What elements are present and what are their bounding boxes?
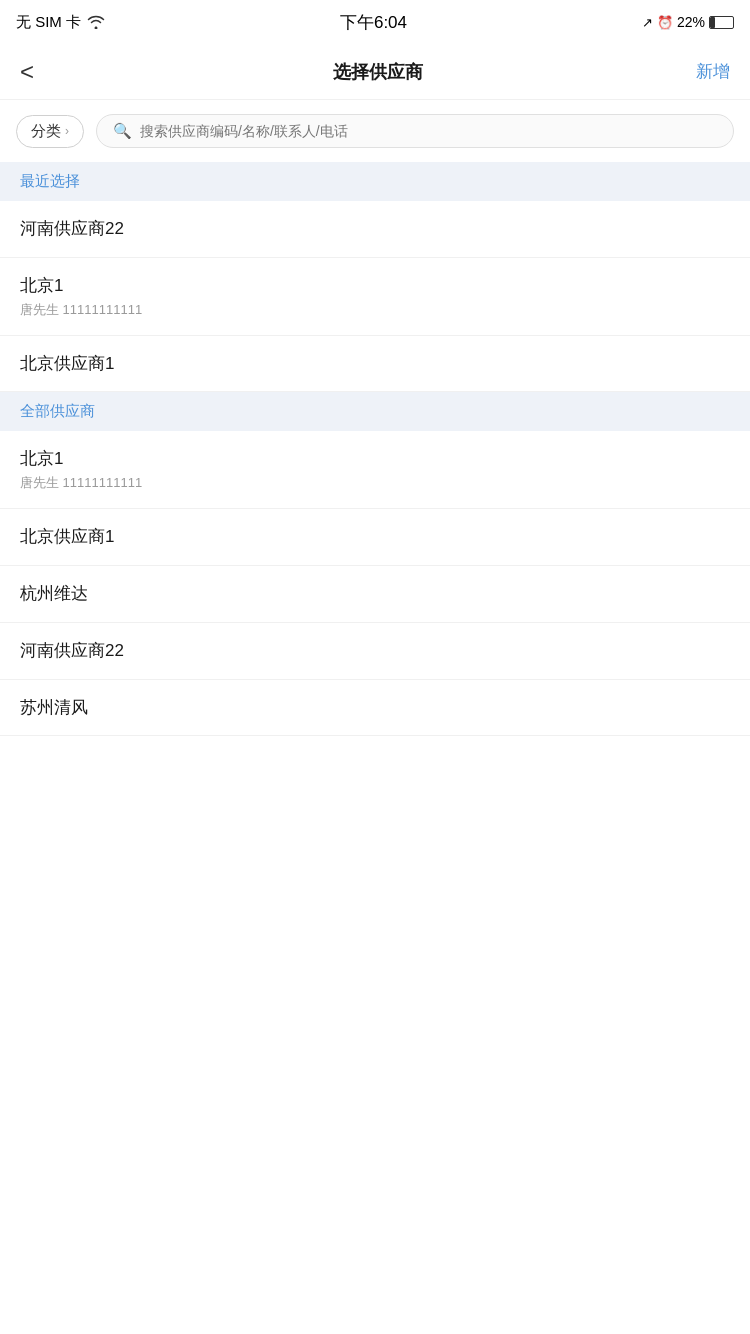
category-label: 分类 bbox=[31, 122, 61, 141]
item-sub: 唐先生 11111111111 bbox=[20, 301, 730, 319]
list-item[interactable]: 杭州维达 bbox=[0, 566, 750, 623]
section-header-1: 全部供应商 bbox=[0, 392, 750, 431]
add-button[interactable]: 新增 bbox=[696, 60, 730, 83]
item-sub: 唐先生 11111111111 bbox=[20, 474, 730, 492]
search-input[interactable] bbox=[140, 123, 717, 139]
list-item[interactable]: 河南供应商22 bbox=[0, 201, 750, 258]
search-icon: 🔍 bbox=[113, 122, 132, 140]
nav-bar: < 选择供应商 新增 bbox=[0, 44, 750, 100]
status-bar: 无 SIM 卡 下午6:04 ↗ ⏰ 22% bbox=[0, 0, 750, 44]
list-item[interactable]: 北京1 唐先生 11111111111 bbox=[0, 431, 750, 509]
item-name: 苏州清风 bbox=[20, 696, 730, 720]
item-name: 北京1 bbox=[20, 447, 730, 471]
list-item[interactable]: 北京供应商1 bbox=[0, 509, 750, 566]
page-title: 选择供应商 bbox=[333, 60, 423, 84]
section-header-0: 最近选择 bbox=[0, 162, 750, 201]
item-name: 北京1 bbox=[20, 274, 730, 298]
list-item[interactable]: 苏州清风 bbox=[0, 680, 750, 737]
status-left: 无 SIM 卡 bbox=[16, 13, 105, 32]
item-name: 河南供应商22 bbox=[20, 639, 730, 663]
list-item[interactable]: 河南供应商22 bbox=[0, 623, 750, 680]
section-header-text-0: 最近选择 bbox=[20, 172, 80, 189]
filter-row: 分类 › 🔍 bbox=[0, 100, 750, 162]
section-header-text-1: 全部供应商 bbox=[20, 402, 95, 419]
alarm-icon: ⏰ bbox=[657, 15, 673, 30]
back-button[interactable]: < bbox=[20, 58, 60, 86]
battery-icon bbox=[709, 16, 734, 29]
item-name: 北京供应商1 bbox=[20, 525, 730, 549]
battery-fill bbox=[710, 17, 715, 28]
item-name: 河南供应商22 bbox=[20, 217, 730, 241]
location-icon: ↗ bbox=[642, 15, 653, 30]
supplier-list: 最近选择河南供应商22 北京1 唐先生 11111111111 北京供应商1 全部供应商… bbox=[0, 162, 750, 736]
list-item[interactable]: 北京1 唐先生 11111111111 bbox=[0, 258, 750, 336]
chevron-right-icon: › bbox=[65, 124, 69, 138]
item-name: 杭州维达 bbox=[20, 582, 730, 606]
status-time: 下午6:04 bbox=[340, 11, 407, 34]
wifi-icon bbox=[87, 15, 105, 29]
sim-label: 无 SIM 卡 bbox=[16, 13, 81, 32]
search-bar[interactable]: 🔍 bbox=[96, 114, 734, 148]
category-filter[interactable]: 分类 › bbox=[16, 115, 84, 148]
item-name: 北京供应商1 bbox=[20, 352, 730, 376]
battery-percent: 22% bbox=[677, 14, 705, 30]
list-item[interactable]: 北京供应商1 bbox=[0, 336, 750, 393]
status-right: ↗ ⏰ 22% bbox=[642, 14, 734, 30]
